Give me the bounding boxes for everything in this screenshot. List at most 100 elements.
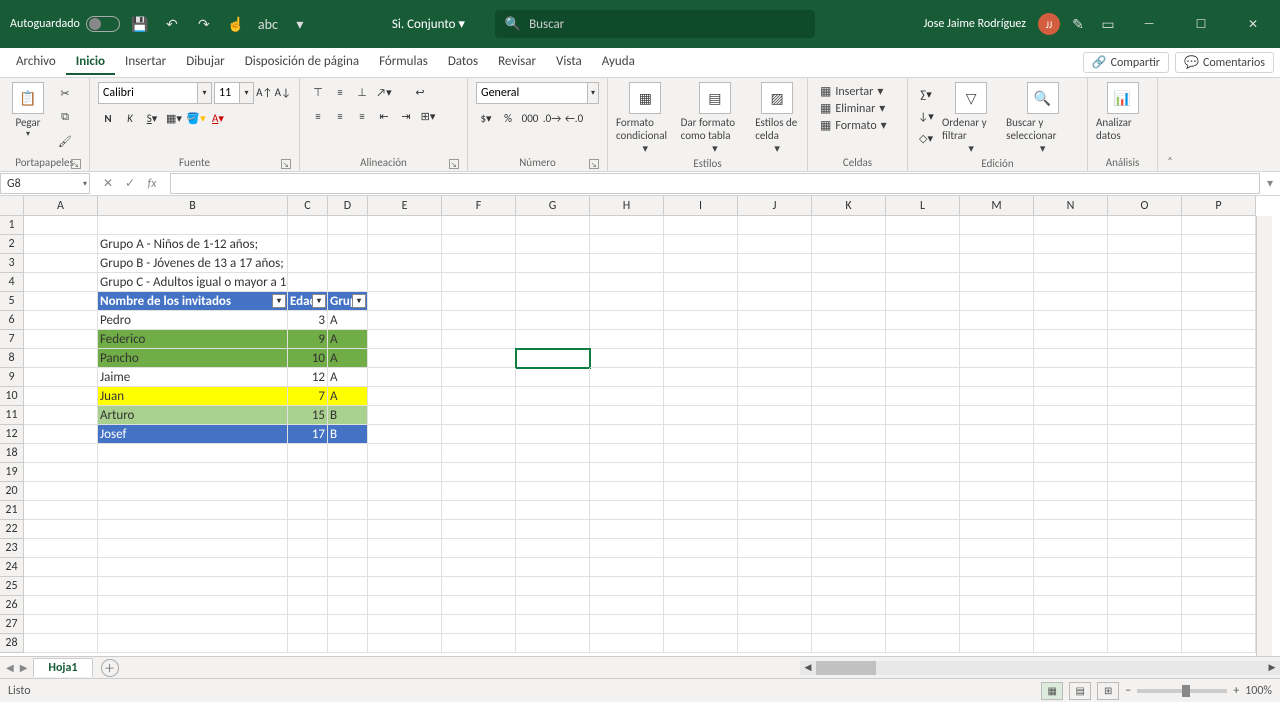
touch-icon[interactable]: ☝	[224, 12, 248, 36]
cell[interactable]	[24, 368, 98, 387]
cell[interactable]	[368, 596, 442, 615]
cell[interactable]	[960, 330, 1034, 349]
cell[interactable]	[288, 520, 328, 539]
analyze-data-button[interactable]: 📊Analizar datos	[1096, 82, 1149, 142]
cell[interactable]	[812, 634, 886, 653]
cell[interactable]	[590, 539, 664, 558]
cell[interactable]	[516, 425, 590, 444]
cell[interactable]	[1108, 577, 1182, 596]
cell[interactable]	[738, 596, 812, 615]
cell[interactable]	[664, 463, 738, 482]
cell[interactable]	[1182, 425, 1256, 444]
paste-button[interactable]: 📋 Pegar▾	[8, 82, 48, 139]
cell[interactable]	[328, 520, 368, 539]
cell[interactable]: Juan	[98, 387, 288, 406]
cell[interactable]	[288, 501, 328, 520]
cell[interactable]	[516, 501, 590, 520]
dialog-launcher-icon[interactable]: ↘	[589, 159, 599, 169]
cell[interactable]	[516, 577, 590, 596]
cell[interactable]	[664, 539, 738, 558]
sheet-tab[interactable]: Hoja1	[33, 658, 92, 677]
cell[interactable]: Edad▾	[288, 292, 328, 311]
cell[interactable]	[812, 501, 886, 520]
cell[interactable]	[98, 482, 288, 501]
cell[interactable]	[98, 596, 288, 615]
column-header[interactable]: O	[1108, 196, 1182, 216]
column-header[interactable]: N	[1034, 196, 1108, 216]
cell[interactable]	[590, 311, 664, 330]
cell[interactable]	[590, 406, 664, 425]
cell[interactable]	[98, 539, 288, 558]
font-name-input[interactable]	[98, 82, 198, 104]
menu-tab-datos[interactable]: Datos	[438, 50, 488, 75]
cell[interactable]: Grupo C - Adultos igual o mayor a 18 año…	[98, 273, 288, 292]
cell[interactable]	[738, 235, 812, 254]
cell[interactable]	[1108, 539, 1182, 558]
percent-icon[interactable]: %	[498, 108, 518, 128]
row-header[interactable]: 2	[0, 235, 24, 254]
cell[interactable]	[738, 368, 812, 387]
column-header[interactable]: I	[664, 196, 738, 216]
cell[interactable]	[1034, 615, 1108, 634]
page-layout-view-icon[interactable]: ▤	[1069, 682, 1091, 700]
cell[interactable]	[960, 577, 1034, 596]
borders-button[interactable]: ▦▾	[164, 108, 184, 128]
dialog-launcher-icon[interactable]: ↘	[71, 159, 81, 169]
cell[interactable]	[1182, 596, 1256, 615]
cell[interactable]	[442, 216, 516, 235]
filter-button[interactable]: ▾	[272, 294, 286, 308]
cell[interactable]	[1034, 311, 1108, 330]
cell[interactable]	[738, 330, 812, 349]
cell[interactable]	[442, 425, 516, 444]
cell[interactable]	[1108, 311, 1182, 330]
cell[interactable]	[98, 615, 288, 634]
cell[interactable]	[812, 387, 886, 406]
cell[interactable]: B	[328, 406, 368, 425]
cell[interactable]	[328, 501, 368, 520]
cell[interactable]	[328, 596, 368, 615]
cell[interactable]	[738, 444, 812, 463]
cell[interactable]	[1108, 444, 1182, 463]
cell[interactable]	[664, 501, 738, 520]
cell[interactable]	[738, 406, 812, 425]
cell[interactable]	[664, 634, 738, 653]
cell[interactable]	[516, 463, 590, 482]
cell[interactable]	[960, 292, 1034, 311]
cell[interactable]	[960, 235, 1034, 254]
cell[interactable]	[368, 349, 442, 368]
cell[interactable]	[328, 539, 368, 558]
row-header[interactable]: 22	[0, 520, 24, 539]
cell[interactable]	[812, 406, 886, 425]
cell[interactable]	[886, 216, 960, 235]
menu-tab-revisar[interactable]: Revisar	[488, 50, 546, 75]
cell[interactable]	[812, 216, 886, 235]
cell[interactable]	[590, 387, 664, 406]
cell[interactable]	[812, 577, 886, 596]
row-header[interactable]: 21	[0, 501, 24, 520]
cell[interactable]	[442, 615, 516, 634]
cell[interactable]	[1182, 444, 1256, 463]
cell[interactable]	[1034, 539, 1108, 558]
cell[interactable]	[1108, 273, 1182, 292]
cell[interactable]	[886, 444, 960, 463]
search-input[interactable]: 🔍 Buscar	[495, 10, 815, 38]
cell[interactable]	[1034, 463, 1108, 482]
cell[interactable]	[1034, 235, 1108, 254]
cell[interactable]	[590, 558, 664, 577]
sort-filter-button[interactable]: ▽Ordenar y filtrar▾	[942, 82, 1000, 155]
cell[interactable]	[886, 368, 960, 387]
cell[interactable]	[590, 368, 664, 387]
cell[interactable]: A	[328, 387, 368, 406]
save-icon[interactable]: 💾	[128, 12, 152, 36]
undo-icon[interactable]: ↶	[160, 12, 184, 36]
zoom-in-icon[interactable]: +	[1233, 684, 1239, 698]
ribbon-display-icon[interactable]: ▭	[1096, 12, 1120, 36]
cell[interactable]	[960, 520, 1034, 539]
cell[interactable]	[738, 501, 812, 520]
orientation-icon[interactable]: ↗▾	[374, 82, 394, 102]
cell[interactable]	[328, 444, 368, 463]
cell[interactable]	[812, 444, 886, 463]
cell[interactable]	[1108, 235, 1182, 254]
cell[interactable]	[664, 349, 738, 368]
cell[interactable]	[442, 368, 516, 387]
